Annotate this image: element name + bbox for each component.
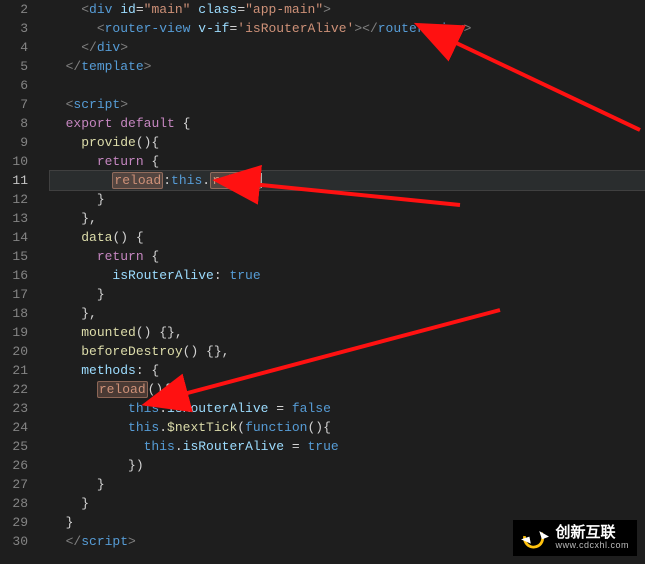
code-line[interactable]: beforeDestroy() {}, [50,342,645,361]
code-editor[interactable]: 2 3 4 5 6 7 8 9 10 11 12 13 14 15 16 17 … [0,0,645,564]
line-number-current: 11 [0,171,28,190]
code-line[interactable]: } [50,285,645,304]
code-line[interactable]: return { [50,247,645,266]
code-line[interactable]: }, [50,209,645,228]
logo-name: 创新互联 [555,524,615,541]
code-line[interactable]: } [50,190,645,209]
code-line[interactable]: export default { [50,114,645,133]
line-number: 4 [0,38,28,57]
code-line[interactable]: isRouterAlive: true [50,266,645,285]
line-number: 15 [0,247,28,266]
code-line[interactable]: </template> [50,57,645,76]
text-cursor [261,173,262,188]
line-number: 28 [0,494,28,513]
code-line[interactable]: this.isRouterAlive = false [50,399,645,418]
line-number: 21 [0,361,28,380]
code-line[interactable]: } [50,494,645,513]
logo-url: www.cdcxhl.com [555,541,629,550]
line-number: 19 [0,323,28,342]
line-number: 16 [0,266,28,285]
code-line[interactable]: methods: { [50,361,645,380]
code-line[interactable]: data() { [50,228,645,247]
code-line[interactable]: }, [50,304,645,323]
code-line[interactable]: mounted() {}, [50,323,645,342]
code-line[interactable] [50,76,645,95]
line-number: 2 [0,0,28,19]
line-number: 22 [0,380,28,399]
line-number: 30 [0,532,28,551]
line-number: 29 [0,513,28,532]
logo-icon [521,524,549,552]
line-number: 26 [0,456,28,475]
line-number: 8 [0,114,28,133]
line-number: 3 [0,19,28,38]
line-number: 20 [0,342,28,361]
code-line[interactable]: </div> [50,38,645,57]
code-line[interactable]: <script> [50,95,645,114]
line-number-gutter: 2 3 4 5 6 7 8 9 10 11 12 13 14 15 16 17 … [0,0,40,564]
line-number: 17 [0,285,28,304]
code-line[interactable]: <div id="main" class="app-main"> [50,0,645,19]
line-number: 12 [0,190,28,209]
code-line[interactable]: <router-view v-if='isRouterAlive'></rout… [50,19,645,38]
code-line[interactable]: } [50,475,645,494]
code-content[interactable]: <div id="main" class="app-main"> <router… [40,0,645,564]
line-number: 9 [0,133,28,152]
line-number: 25 [0,437,28,456]
line-number: 24 [0,418,28,437]
line-number: 27 [0,475,28,494]
code-line[interactable]: this.$nextTick(function(){ [50,418,645,437]
line-number: 18 [0,304,28,323]
line-number: 5 [0,57,28,76]
line-number: 7 [0,95,28,114]
code-line[interactable]: this.isRouterAlive = true [50,437,645,456]
line-number: 6 [0,76,28,95]
code-line[interactable]: }) [50,456,645,475]
line-number: 13 [0,209,28,228]
code-line[interactable]: provide(){ [50,133,645,152]
line-number: 23 [0,399,28,418]
code-line-current[interactable]: reload:this.reload [50,171,645,190]
line-number: 14 [0,228,28,247]
code-line[interactable]: reload(){ [50,380,645,399]
code-line[interactable]: return { [50,152,645,171]
watermark-logo: 创新互联 www.cdcxhl.com [513,520,637,556]
line-number: 10 [0,152,28,171]
